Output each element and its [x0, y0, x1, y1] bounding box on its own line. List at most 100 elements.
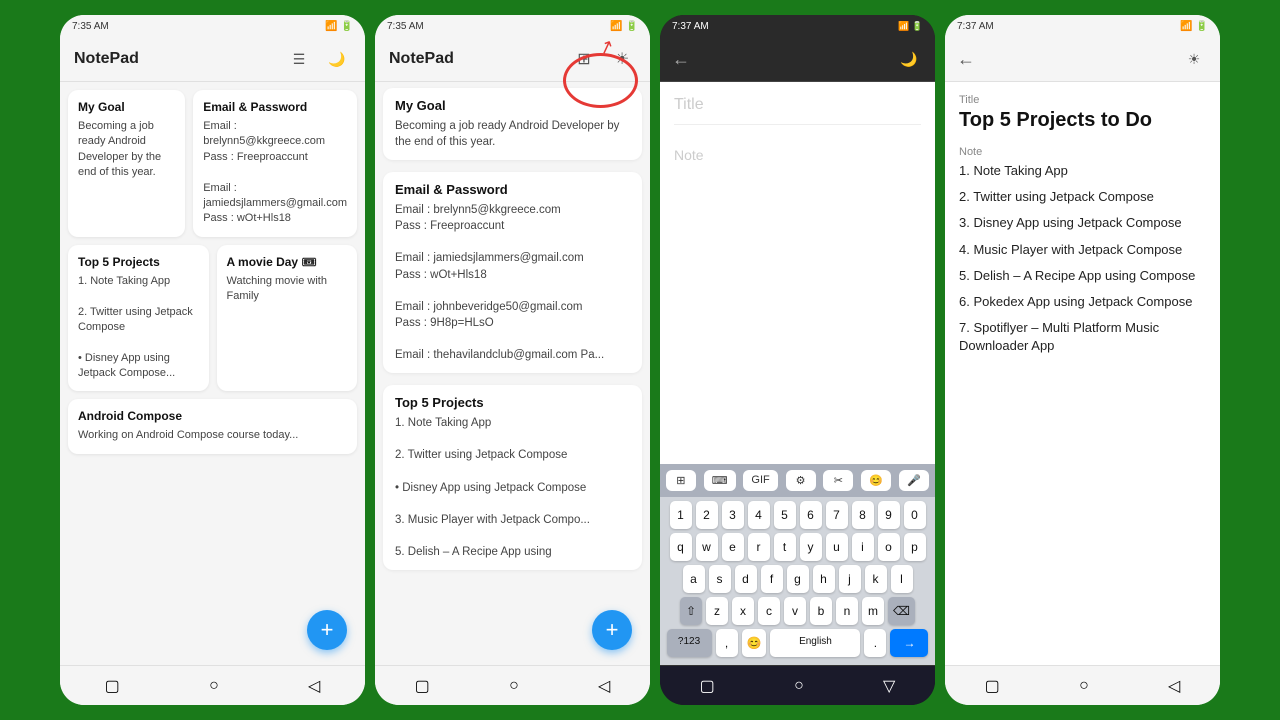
note-card-top5[interactable]: Top 5 Projects 1. Note Taking App2. Twit…: [68, 245, 209, 392]
key-z[interactable]: z: [706, 597, 728, 625]
key-x[interactable]: x: [732, 597, 754, 625]
phone-4-sun-icon[interactable]: ☀: [1180, 45, 1208, 73]
key-r[interactable]: r: [748, 533, 770, 561]
key-8[interactable]: 8: [852, 501, 874, 529]
key-d[interactable]: d: [735, 565, 757, 593]
key-v[interactable]: v: [784, 597, 806, 625]
key-1[interactable]: 1: [670, 501, 692, 529]
phone-4-back-button[interactable]: ←: [957, 49, 975, 70]
back-nav-icon[interactable]: ○: [209, 677, 219, 695]
home-nav-icon[interactable]: ▢: [105, 676, 120, 696]
phone-4-home-icon[interactable]: ▢: [985, 676, 1000, 696]
recent-nav-icon[interactable]: ◁: [308, 676, 320, 696]
phone-3-home-icon[interactable]: ▢: [700, 676, 715, 696]
phone-2-grid-icon[interactable]: ⊞: [570, 45, 598, 73]
key-3[interactable]: 3: [722, 501, 744, 529]
key-m[interactable]: m: [862, 597, 884, 625]
phone-3-back-button[interactable]: ←: [672, 49, 690, 70]
note-card-android-compose[interactable]: Android Compose Working on Android Compo…: [68, 399, 357, 453]
key-s[interactable]: s: [709, 565, 731, 593]
key-l[interactable]: l: [891, 565, 913, 593]
key-n[interactable]: n: [836, 597, 858, 625]
key-j[interactable]: j: [839, 565, 861, 593]
note-card-top5-body: 1. Note Taking App2. Twitter using Jetpa…: [78, 274, 199, 382]
key-o[interactable]: o: [878, 533, 900, 561]
keyboard-row-asdf: a s d f g h j k l: [664, 565, 931, 593]
key-a[interactable]: a: [683, 565, 705, 593]
keyboard-row-zxcv: ⇧ z x c v b n m ⌫: [664, 597, 931, 625]
keyboard-tool-settings[interactable]: ⚙: [786, 470, 816, 491]
key-0[interactable]: 0: [904, 501, 926, 529]
phone-1-status-bar: 7:35 AM 📶 🔋: [60, 15, 365, 37]
note-card-android-compose-title: Android Compose: [78, 409, 347, 423]
key-g[interactable]: g: [787, 565, 809, 593]
phone-2-my-goal[interactable]: My Goal Becoming a job ready Android Dev…: [383, 88, 642, 160]
key-i[interactable]: i: [852, 533, 874, 561]
add-note-fab[interactable]: +: [307, 610, 347, 650]
phone-2-recent-icon[interactable]: ◁: [598, 676, 610, 696]
phone-2-title: NotePad: [389, 50, 454, 68]
key-9[interactable]: 9: [878, 501, 900, 529]
key-space[interactable]: English: [770, 629, 860, 657]
phone-4-status-bar: 7:37 AM 📶 🔋: [945, 15, 1220, 37]
keyboard-tool-mic[interactable]: 🎤: [899, 470, 929, 491]
phone-3-status-bar: 7:37 AM 📶 🔋: [660, 15, 935, 37]
key-shift[interactable]: ⇧: [680, 597, 702, 625]
phone-4-back-icon[interactable]: ○: [1079, 677, 1089, 695]
theme-toggle-icon[interactable]: 🌙: [323, 45, 351, 73]
key-p[interactable]: p: [904, 533, 926, 561]
phone-4-recent-icon[interactable]: ◁: [1168, 676, 1180, 696]
key-2[interactable]: 2: [696, 501, 718, 529]
keyboard-tool-grid[interactable]: ⊞: [666, 470, 696, 491]
key-5[interactable]: 5: [774, 501, 796, 529]
key-q[interactable]: q: [670, 533, 692, 561]
note-detail-item-4: 4. Music Player with Jetpack Compose: [959, 241, 1206, 259]
keyboard-tool-clipboard[interactable]: ✂: [823, 470, 853, 491]
keyboard-tool-keyboard[interactable]: ⌨: [704, 470, 736, 491]
keyboard-tool-gif[interactable]: GIF: [743, 470, 777, 491]
note-card-android-compose-body: Working on Android Compose course today.…: [78, 428, 347, 443]
key-backspace[interactable]: ⌫: [888, 597, 915, 625]
key-comma[interactable]: ,: [716, 629, 738, 657]
phone-3-recent-icon[interactable]: ▽: [883, 676, 895, 696]
note-placeholder[interactable]: Note: [674, 147, 921, 163]
key-e[interactable]: e: [722, 533, 744, 561]
title-placeholder[interactable]: Title: [674, 96, 921, 125]
phone-1-time: 7:35 AM: [72, 21, 109, 32]
key-h[interactable]: h: [813, 565, 835, 593]
key-6[interactable]: 6: [800, 501, 822, 529]
phone-2-email[interactable]: Email & Password Email : brelynn5@kkgree…: [383, 172, 642, 373]
key-f[interactable]: f: [761, 565, 783, 593]
key-y[interactable]: y: [800, 533, 822, 561]
phone-4-note-label: Note: [959, 146, 1206, 158]
phone-3-moon-icon[interactable]: 🌙: [895, 45, 923, 73]
key-t[interactable]: t: [774, 533, 796, 561]
key-c[interactable]: c: [758, 597, 780, 625]
phone-2-sun-icon[interactable]: ☀: [608, 45, 636, 73]
key-4[interactable]: 4: [748, 501, 770, 529]
phone-2-add-note-fab[interactable]: +: [592, 610, 632, 650]
key-numbers[interactable]: ?123: [667, 629, 712, 657]
keyboard-row-qwerty: q w e r t y u i o p: [664, 533, 931, 561]
key-k[interactable]: k: [865, 565, 887, 593]
keyboard-rows: 1 2 3 4 5 6 7 8 9 0 q w: [660, 497, 935, 665]
key-u[interactable]: u: [826, 533, 848, 561]
note-card-movie[interactable]: A movie Day 🎟 Watching movie with Family: [217, 245, 358, 392]
key-b[interactable]: b: [810, 597, 832, 625]
key-period[interactable]: .: [864, 629, 886, 657]
key-emoji-bottom[interactable]: 😊: [742, 629, 767, 657]
key-enter[interactable]: →: [890, 629, 928, 657]
phone-3-back-icon[interactable]: ○: [794, 677, 804, 695]
phone-2-screen: 7:35 AM 📶 🔋 NotePad ⊞ ☀ My Goal Becoming…: [375, 15, 650, 705]
key-7[interactable]: 7: [826, 501, 848, 529]
phone-2-status-bar: 7:35 AM 📶 🔋: [375, 15, 650, 37]
key-w[interactable]: w: [696, 533, 718, 561]
menu-icon[interactable]: ☰: [285, 45, 313, 73]
phone-2-home-icon[interactable]: ▢: [415, 676, 430, 696]
phone-3-edit-area: Title Note: [660, 82, 935, 464]
note-card-my-goal[interactable]: My Goal Becoming a job ready Android Dev…: [68, 90, 185, 237]
keyboard-tool-emoji[interactable]: 😊: [861, 470, 891, 491]
note-card-email[interactable]: Email & Password Email : brelynn5@kkgree…: [193, 90, 357, 237]
phone-2-back-icon[interactable]: ○: [509, 677, 519, 695]
phone-2-top5[interactable]: Top 5 Projects 1. Note Taking App 2. Twi…: [383, 385, 642, 570]
